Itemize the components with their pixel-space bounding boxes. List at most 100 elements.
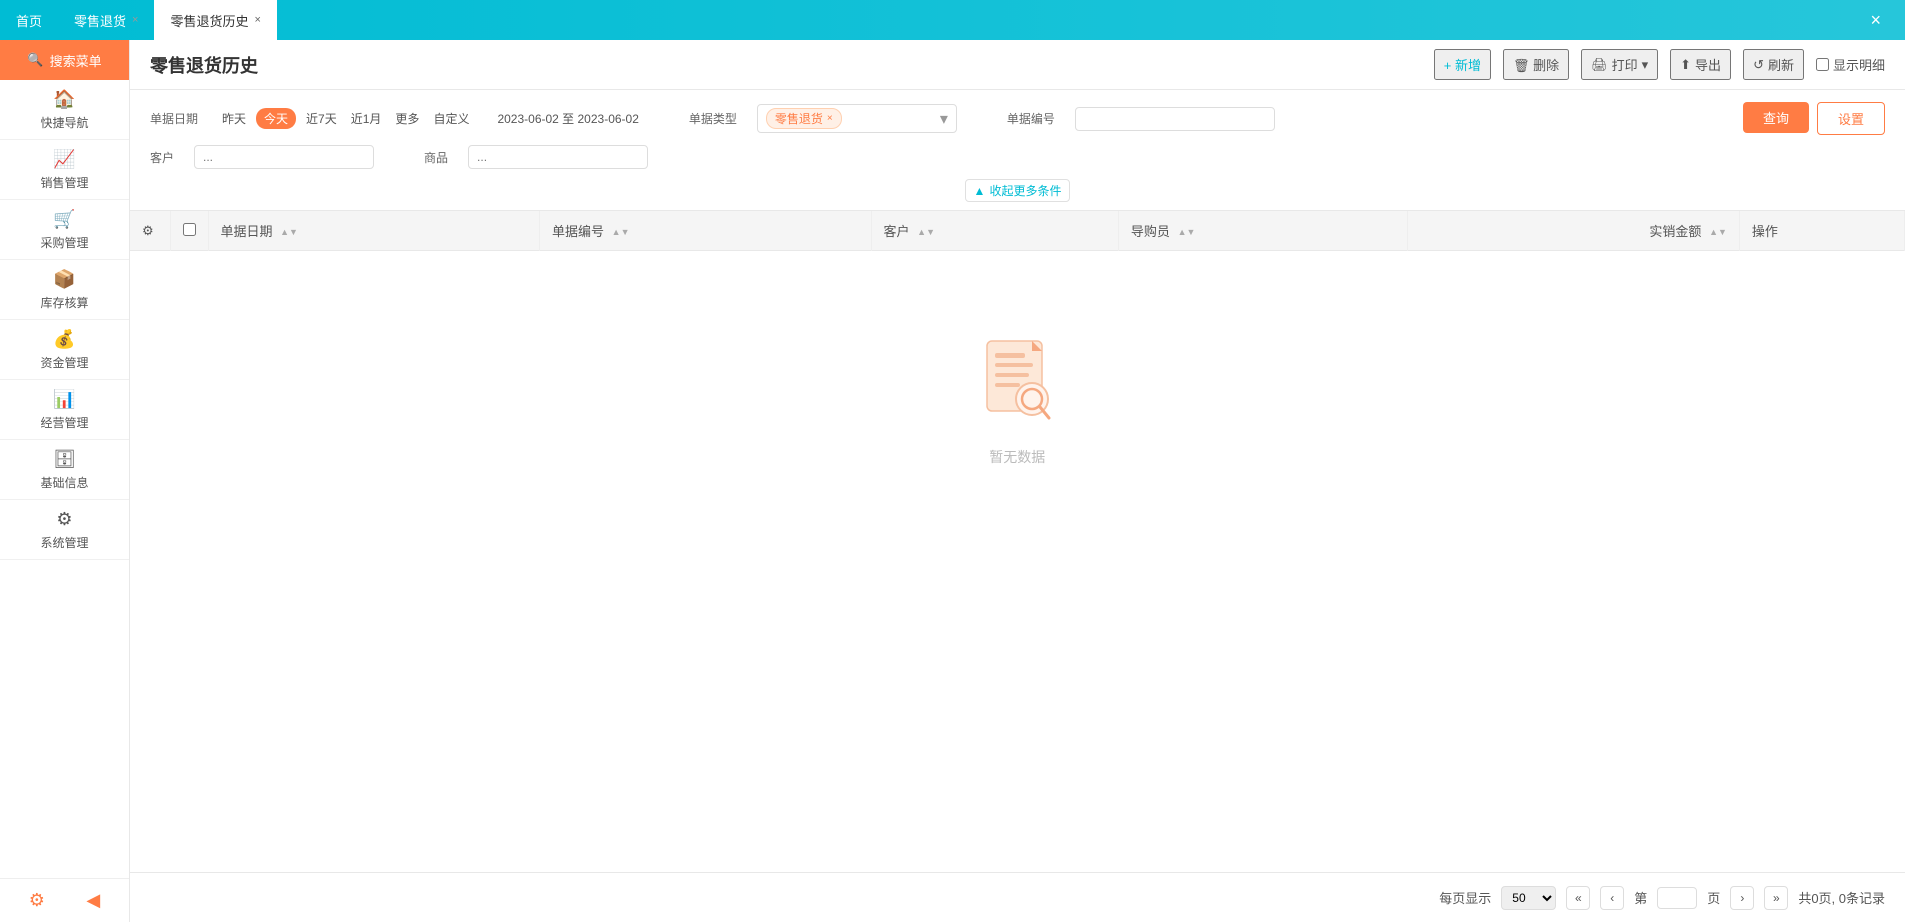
- sidebar-search-label: 搜索菜单: [50, 51, 102, 70]
- print-button[interactable]: 🖨 打印 ▾: [1581, 49, 1658, 80]
- data-table: ⚙ 单据日期 ▲▼ 单据编号 ▲▼: [130, 211, 1905, 547]
- empty-state-icon: [967, 331, 1067, 431]
- goods-filter-label: 商品: [424, 149, 448, 166]
- th-guide-sort: ▲▼: [1178, 228, 1196, 237]
- date-btn-1month[interactable]: 近1月: [347, 108, 386, 129]
- th-guide[interactable]: 导购员 ▲▼: [1118, 211, 1407, 251]
- prev-page-btn[interactable]: ‹: [1600, 886, 1624, 910]
- tab-retail-return-close[interactable]: ×: [132, 14, 138, 26]
- export-button[interactable]: ⬆ 导出: [1670, 49, 1731, 80]
- th-amount[interactable]: 实销金额 ▲▼: [1408, 211, 1740, 251]
- sidebar-item-system-label: 系统管理: [40, 534, 88, 551]
- show-detail-label: 显示明细: [1833, 55, 1885, 74]
- tab-home[interactable]: 首页: [0, 0, 58, 40]
- page-size-select[interactable]: 50 100 200: [1501, 886, 1556, 910]
- sidebar-item-inventory[interactable]: 📦 库存核算: [0, 260, 129, 320]
- refresh-button[interactable]: ↺ 刷新: [1743, 49, 1804, 80]
- sidebar-item-operations[interactable]: 📊 经营管理: [0, 380, 129, 440]
- th-number[interactable]: 单据编号 ▲▼: [540, 211, 872, 251]
- date-btn-custom[interactable]: 自定义: [429, 108, 473, 129]
- show-detail-checkbox[interactable]: [1816, 58, 1829, 71]
- page-size-label: 每页显示: [1439, 888, 1491, 907]
- print-arrow-icon: ▾: [1642, 57, 1649, 73]
- th-settings[interactable]: ⚙: [130, 211, 170, 251]
- last-page-btn[interactable]: »: [1764, 886, 1788, 910]
- page-number-input[interactable]: 1: [1657, 887, 1697, 909]
- tab-retail-return[interactable]: 零售退货 ×: [58, 0, 154, 40]
- th-checkbox[interactable]: [170, 211, 208, 251]
- finance-icon: 💰: [53, 329, 75, 350]
- sidebar-nav: 🏠 快捷导航 📈 销售管理 🛒 采购管理 📦 库存核算 💰 资金管理 📊: [0, 80, 129, 878]
- table-head: ⚙ 单据日期 ▲▼ 单据编号 ▲▼: [130, 211, 1905, 251]
- export-icon: ⬆: [1680, 57, 1691, 73]
- tab-retail-return-history[interactable]: 零售退货历史 ×: [154, 0, 276, 40]
- date-range-display: 2023-06-02 至 2023-06-02: [497, 110, 638, 127]
- top-bar: 首页 零售退货 × 零售退货历史 × ×: [0, 0, 1905, 40]
- sidebar-item-finance-label: 资金管理: [40, 354, 88, 371]
- home-icon: 🏠: [53, 89, 75, 110]
- empty-state: 暂无数据: [130, 251, 1905, 547]
- tab-list: 首页 零售退货 × 零售退货历史 ×: [0, 0, 1862, 40]
- date-filter-btns: 昨天 今天 近7天 近1月 更多 自定义: [218, 108, 473, 129]
- date-btn-more[interactable]: 更多: [391, 108, 423, 129]
- inventory-icon: 📦: [53, 269, 75, 290]
- first-page-btn[interactable]: «: [1566, 886, 1590, 910]
- table-header-row: ⚙ 单据日期 ▲▼ 单据编号 ▲▼: [130, 211, 1905, 251]
- sidebar-item-basicinfo-label: 基础信息: [40, 474, 88, 491]
- th-customer-sort: ▲▼: [917, 228, 935, 237]
- sidebar-item-finance[interactable]: 💰 资金管理: [0, 320, 129, 380]
- window-close-btn[interactable]: ×: [1862, 10, 1889, 31]
- th-amount-label: 实销金额: [1649, 224, 1701, 239]
- toolbar: + 新增 🗑 删除 🖨 打印 ▾ ⬆ 导出 ↺ 刷新 显示明细: [1434, 49, 1885, 80]
- pagination-bar: 每页显示 50 100 200 « ‹ 第 1 页 › » 共0页, 0条记录: [130, 872, 1905, 922]
- th-number-sort: ▲▼: [612, 228, 630, 237]
- main-layout: 🔍 搜索菜单 🏠 快捷导航 📈 销售管理 🛒 采购管理 📦 库存核算 💰: [0, 40, 1905, 922]
- delete-button[interactable]: 🗑 删除: [1503, 49, 1569, 80]
- goods-filter-input[interactable]: [468, 145, 648, 169]
- th-date-label: 单据日期: [221, 224, 273, 239]
- sidebar: 🔍 搜索菜单 🏠 快捷导航 📈 销售管理 🛒 采购管理 📦 库存核算 💰: [0, 40, 130, 922]
- th-customer-label: 客户: [884, 224, 910, 239]
- type-filter-tag-close[interactable]: ×: [827, 113, 833, 124]
- purchase-icon: 🛒: [53, 209, 75, 230]
- last-page-icon: »: [1773, 891, 1780, 905]
- number-filter-input[interactable]: [1075, 107, 1275, 131]
- query-button[interactable]: 查询: [1743, 102, 1809, 133]
- th-ops-label: 操作: [1752, 224, 1778, 239]
- sidebar-item-sales[interactable]: 📈 销售管理: [0, 140, 129, 200]
- collapse-filter-btn[interactable]: ▲ 收起更多条件: [965, 179, 1071, 202]
- select-all-checkbox[interactable]: [183, 223, 196, 236]
- type-filter-dropdown-icon[interactable]: ▾: [940, 109, 948, 129]
- new-button[interactable]: + 新增: [1434, 49, 1491, 80]
- filter-row-1: 单据日期 昨天 今天 近7天 近1月 更多 自定义 2023-06-02 至 2…: [150, 102, 1885, 135]
- collapse-sidebar-icon[interactable]: ◀: [86, 890, 100, 911]
- th-date[interactable]: 单据日期 ▲▼: [208, 211, 540, 251]
- page-label: 第: [1634, 888, 1647, 907]
- next-page-btn[interactable]: ›: [1730, 886, 1754, 910]
- settings-bottom-icon[interactable]: ⚙: [29, 890, 45, 911]
- filter-right-btns: 查询 设置: [1743, 102, 1885, 135]
- customer-filter-input[interactable]: [194, 145, 374, 169]
- sidebar-search[interactable]: 🔍 搜索菜单: [0, 40, 129, 80]
- th-guide-label: 导购员: [1131, 224, 1170, 239]
- date-btn-today[interactable]: 今天: [256, 108, 296, 129]
- th-number-label: 单据编号: [552, 224, 604, 239]
- date-btn-7days[interactable]: 近7天: [302, 108, 341, 129]
- filter-row-2: 客户 商品: [150, 145, 1885, 169]
- sidebar-item-purchase-label: 采购管理: [40, 234, 88, 251]
- empty-state-cell: 暂无数据: [130, 251, 1905, 548]
- settings-icon: ⚙: [142, 223, 154, 238]
- sidebar-item-system[interactable]: ⚙ 系统管理: [0, 500, 129, 560]
- sidebar-item-basicinfo[interactable]: 🗄 基础信息: [0, 440, 129, 500]
- empty-state-row: 暂无数据: [130, 251, 1905, 548]
- tab-retail-return-history-close[interactable]: ×: [254, 14, 260, 26]
- export-label: 导出: [1695, 55, 1721, 74]
- set-button[interactable]: 设置: [1817, 102, 1885, 135]
- th-customer[interactable]: 客户 ▲▼: [871, 211, 1118, 251]
- tab-retail-return-history-label: 零售退货历史: [170, 11, 248, 30]
- date-btn-yesterday[interactable]: 昨天: [218, 108, 250, 129]
- type-filter-wrap[interactable]: 零售退货 × ▾: [757, 104, 957, 133]
- date-filter-label: 单据日期: [150, 110, 198, 127]
- sidebar-item-purchase[interactable]: 🛒 采购管理: [0, 200, 129, 260]
- sidebar-item-quicknav[interactable]: 🏠 快捷导航: [0, 80, 129, 140]
